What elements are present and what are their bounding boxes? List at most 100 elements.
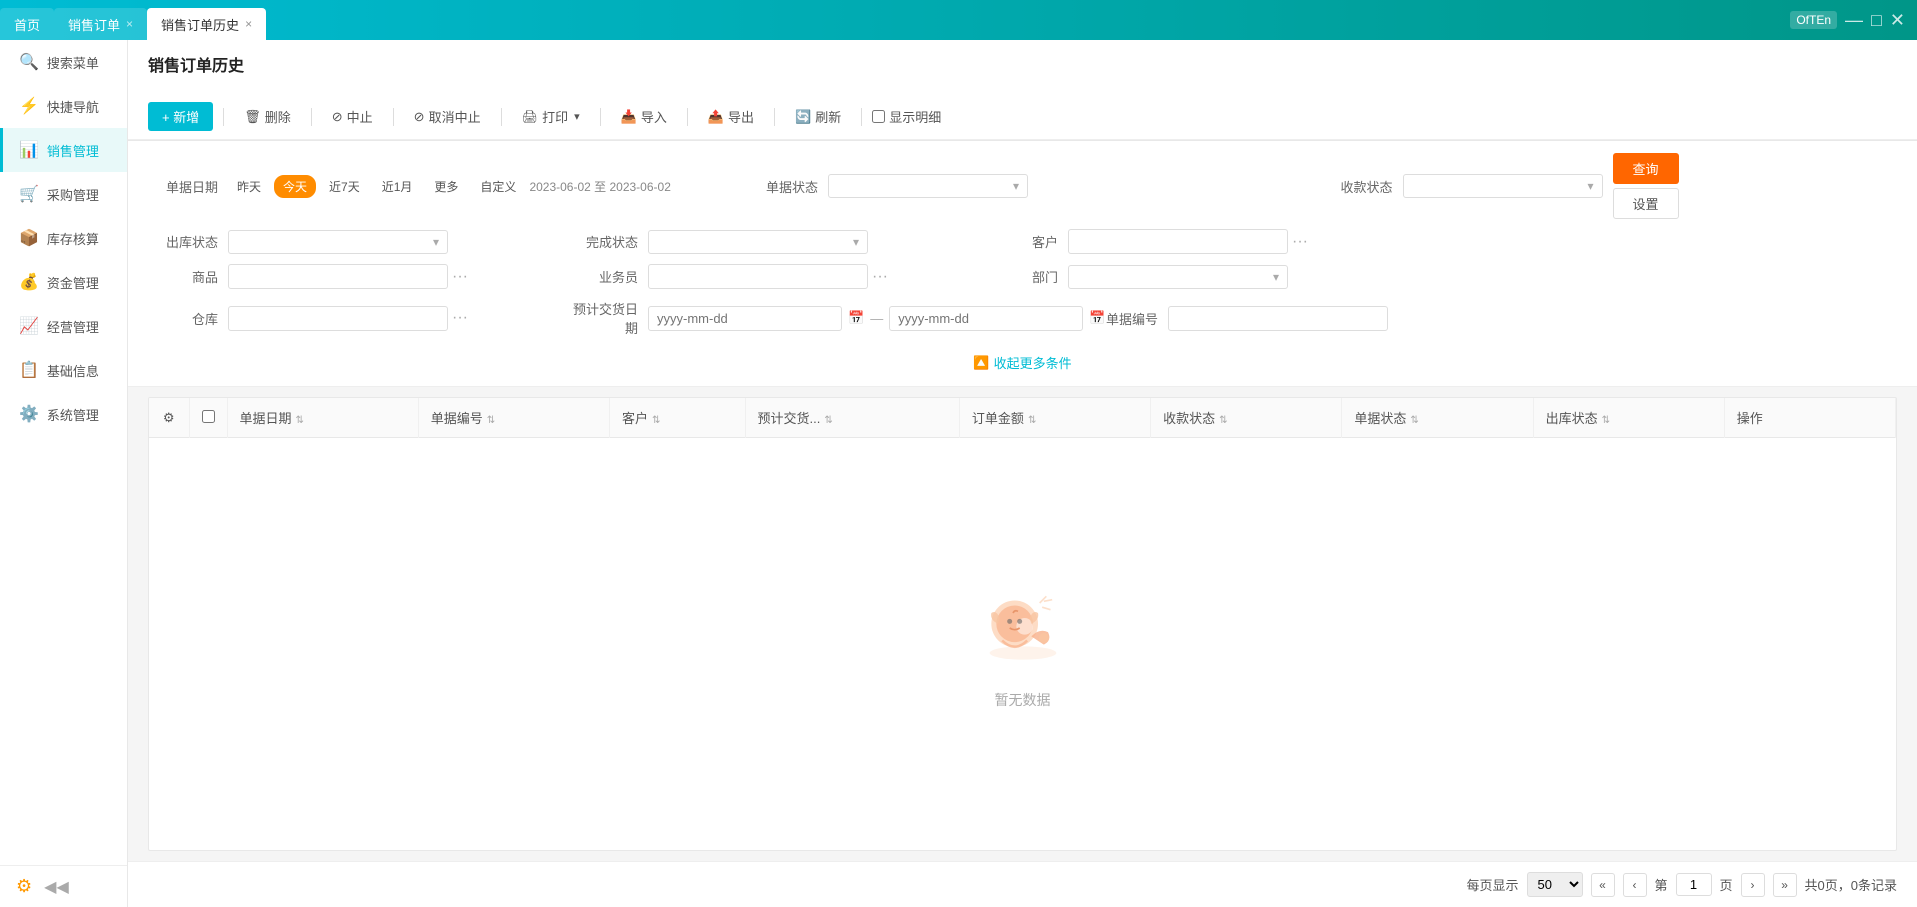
order-status-select[interactable]: ▾	[828, 174, 1028, 198]
settings-bottom-icon[interactable]: ⚙	[16, 876, 32, 897]
sidebar-item-purchase-mgmt[interactable]: 🛒 采购管理	[0, 172, 127, 216]
new-btn-label: + 新增	[162, 107, 199, 126]
show-detail-checkbox[interactable]: 显示明细	[872, 107, 941, 126]
minimize-btn[interactable]: —	[1845, 10, 1863, 31]
import-btn[interactable]: 📥 导入	[611, 103, 677, 130]
sidebar-bottom: ⚙ ◀◀	[0, 865, 127, 907]
last-page-btn[interactable]: »	[1773, 873, 1797, 897]
page-input[interactable]	[1676, 873, 1712, 896]
top-bar-right: OfTEn — □ ✕	[1790, 10, 1917, 31]
sidebar-item-system[interactable]: ⚙️ 系统管理	[0, 392, 127, 436]
tab-sales-order-history-close[interactable]: ×	[245, 17, 252, 31]
tab-sales-order-history[interactable]: 销售订单历史 ×	[147, 8, 266, 40]
sidebar: 🔍 搜索菜单 ⚡ 快捷导航 📊 销售管理 🛒 采购管理 📦 库存核算 💰 资金管…	[0, 40, 128, 907]
delete-btn[interactable]: 🗑 删除	[234, 103, 301, 130]
out-status-select[interactable]: ▾	[228, 230, 448, 254]
filter-customer-col: 客户 ···	[988, 229, 1897, 254]
salesman-input[interactable]	[648, 264, 868, 289]
maximize-btn[interactable]: □	[1871, 10, 1882, 31]
sidebar-label-quick-nav: 快捷导航	[47, 97, 99, 116]
show-detail-label: 显示明细	[889, 107, 941, 126]
order-no-input[interactable]	[1168, 306, 1388, 331]
th-check[interactable]	[189, 398, 227, 438]
tab-sales-order-close[interactable]: ×	[126, 17, 133, 31]
print-label: 打印	[542, 107, 568, 126]
stop-icon: ⊘	[332, 109, 343, 125]
date-tab-today[interactable]: 今天	[274, 175, 316, 198]
th-actions: 操作	[1724, 398, 1895, 438]
customer-dots[interactable]: ···	[1288, 233, 1312, 251]
per-page-select[interactable]: 50 10 20 100	[1527, 872, 1583, 897]
filter-product-col: 商品 ···	[148, 264, 568, 289]
empty-area: 暂无数据	[149, 438, 1896, 850]
close-btn[interactable]: ✕	[1890, 10, 1905, 31]
query-btn[interactable]: 查询	[1613, 153, 1679, 184]
page-label-after: 页	[1720, 875, 1733, 894]
calendar-from-icon[interactable]: 📅	[848, 310, 864, 326]
refresh-btn[interactable]: 🔄 刷新	[785, 103, 851, 130]
date-tab-custom[interactable]: 自定义	[471, 175, 525, 198]
sidebar-item-finance[interactable]: 💰 资金管理	[0, 260, 127, 304]
sidebar-item-inventory[interactable]: 📦 库存核算	[0, 216, 127, 260]
toolbar-divider-8	[861, 108, 862, 126]
th-gear[interactable]: ⚙	[149, 398, 189, 438]
prev-page-btn[interactable]: ‹	[1623, 873, 1647, 897]
warehouse-input[interactable]	[228, 306, 448, 331]
date-tab-7days[interactable]: 近7天	[320, 175, 369, 198]
purchase-mgmt-icon: 🛒	[19, 184, 39, 204]
print-btn[interactable]: 🖨 打印	[512, 103, 590, 130]
first-page-btn[interactable]: «	[1591, 873, 1615, 897]
date-tab-yesterday[interactable]: 昨天	[228, 175, 270, 198]
filter-order-no-col: 单据编号	[1088, 306, 1897, 331]
finish-status-select[interactable]: ▾	[648, 230, 868, 254]
pay-status-arrow: ▾	[1587, 179, 1593, 193]
product-input[interactable]	[228, 264, 448, 289]
sidebar-item-basic-info[interactable]: 📋 基础信息	[0, 348, 127, 392]
order-no-label: 单据编号	[1088, 309, 1168, 328]
pagination-bar: 每页显示 50 10 20 100 « ‹ 第 页 › » 共0页，0条记录	[128, 861, 1917, 907]
sidebar-item-operations[interactable]: 📈 经营管理	[0, 304, 127, 348]
per-page-label: 每页显示	[1466, 875, 1518, 894]
delete-label: 删除	[265, 107, 291, 126]
date-tab-1month[interactable]: 近1月	[373, 175, 422, 198]
search-menu-icon: 🔍	[19, 52, 39, 72]
settings-btn[interactable]: 设置	[1613, 188, 1679, 219]
sidebar-item-search-menu[interactable]: 🔍 搜索菜单	[0, 40, 127, 84]
next-page-btn[interactable]: ›	[1741, 873, 1765, 897]
stop-btn[interactable]: ⊘ 中止	[322, 103, 383, 130]
tab-home[interactable]: 首页	[0, 8, 54, 40]
product-dots[interactable]: ···	[448, 268, 472, 286]
new-btn[interactable]: + 新增	[148, 102, 213, 131]
sidebar-item-quick-nav[interactable]: ⚡ 快捷导航	[0, 84, 127, 128]
sidebar-item-sales-mgmt[interactable]: 📊 销售管理	[0, 128, 127, 172]
export-icon: 📤	[708, 109, 724, 125]
pay-status-select[interactable]: ▾	[1403, 174, 1603, 198]
show-detail-input[interactable]	[872, 110, 885, 123]
basic-info-icon: 📋	[19, 360, 39, 380]
dept-select[interactable]: ▾	[1068, 265, 1288, 289]
content-area: 销售订单历史 + 新增 🗑 删除 ⊘ 中止 ⊘	[128, 40, 1917, 907]
salesman-dots[interactable]: ···	[868, 268, 892, 286]
cancel-stop-btn[interactable]: ⊘ 取消中止	[404, 103, 491, 130]
filter-salesman-col: 业务员 ···	[568, 264, 988, 289]
date-tab-more[interactable]: 更多	[425, 175, 467, 198]
refresh-label: 刷新	[815, 107, 841, 126]
collapse-row[interactable]: 🔼 收起更多条件	[148, 347, 1897, 374]
stop-label: 中止	[347, 107, 373, 126]
tab-sales-order[interactable]: 销售订单 ×	[54, 8, 147, 40]
delivery-date-to[interactable]	[889, 306, 1083, 331]
collapse-label: 收起更多条件	[994, 353, 1072, 372]
select-all-checkbox[interactable]	[202, 410, 215, 423]
filter-row-1: 单据日期 昨天 今天 近7天 近1月 更多 自定义 2023-06-02 至 2…	[148, 153, 1897, 219]
filter-out-status-col: 出库状态 ▾	[148, 230, 568, 254]
delivery-date-group: 📅 — 📅	[648, 306, 1105, 331]
warehouse-dots[interactable]: ···	[448, 309, 472, 327]
collapse-sidebar-icon[interactable]: ◀◀	[44, 877, 69, 897]
export-label: 导出	[728, 107, 754, 126]
customer-input[interactable]	[1068, 229, 1288, 254]
delivery-date-from[interactable]	[648, 306, 842, 331]
tab-sales-order-label: 销售订单	[68, 15, 120, 34]
sidebar-label-sales-mgmt: 销售管理	[47, 141, 99, 160]
export-btn[interactable]: 📤 导出	[698, 103, 764, 130]
filter-date-col: 单据日期 昨天 今天 近7天 近1月 更多 自定义 2023-06-02 至 2…	[148, 175, 748, 198]
